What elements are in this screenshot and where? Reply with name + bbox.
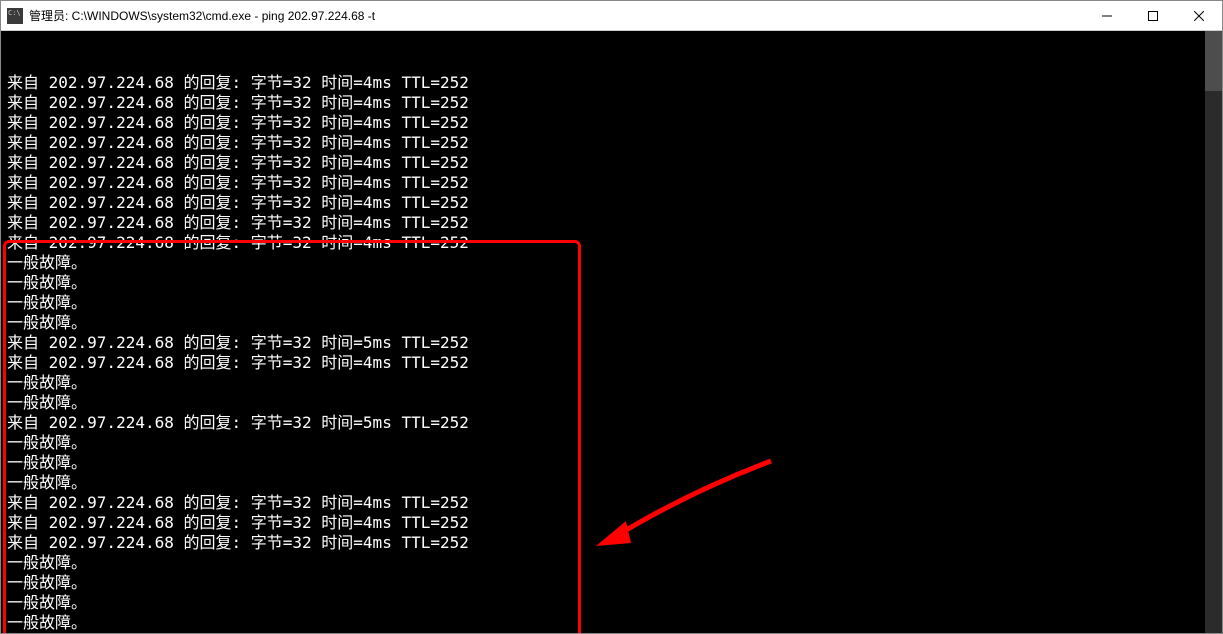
ping-reply-line: 来自 202.97.224.68 的回复: 字节=32 时间=4ms TTL=2… [7, 73, 1202, 93]
ping-reply-line: 来自 202.97.224.68 的回复: 字节=32 时间=4ms TTL=2… [7, 533, 1202, 553]
cmd-window: 管理员: C:\WINDOWS\system32\cmd.exe - ping … [0, 0, 1223, 634]
window-title: 管理员: C:\WINDOWS\system32\cmd.exe - ping … [29, 7, 1084, 24]
ping-reply-line: 来自 202.97.224.68 的回复: 字节=32 时间=4ms TTL=2… [7, 213, 1202, 233]
ping-reply-line: 来自 202.97.224.68 的回复: 字节=32 时间=4ms TTL=2… [7, 133, 1202, 153]
ping-failure-line: 一般故障。 [7, 573, 1202, 593]
ping-failure-line: 一般故障。 [7, 313, 1202, 333]
ping-reply-line: 来自 202.97.224.68 的回复: 字节=32 时间=4ms TTL=2… [7, 233, 1202, 253]
window-controls [1084, 1, 1222, 30]
terminal-output[interactable]: 来自 202.97.224.68 的回复: 字节=32 时间=4ms TTL=2… [1, 31, 1222, 633]
titlebar[interactable]: 管理员: C:\WINDOWS\system32\cmd.exe - ping … [1, 1, 1222, 31]
ping-reply-line: 来自 202.97.224.68 的回复: 字节=32 时间=5ms TTL=2… [7, 413, 1202, 433]
ping-reply-line: 来自 202.97.224.68 的回复: 字节=32 时间=4ms TTL=2… [7, 193, 1202, 213]
ping-failure-line: 一般故障。 [7, 593, 1202, 613]
scrollbar-thumb[interactable] [1205, 31, 1222, 91]
ping-reply-line: 来自 202.97.224.68 的回复: 字节=32 时间=4ms TTL=2… [7, 353, 1202, 373]
ping-reply-line: 来自 202.97.224.68 的回复: 字节=32 时间=4ms TTL=2… [7, 173, 1202, 193]
ping-failure-line: 一般故障。 [7, 273, 1202, 293]
cmd-icon [7, 8, 23, 24]
ping-failure-line: 一般故障。 [7, 553, 1202, 573]
scrollbar[interactable] [1205, 31, 1222, 633]
ping-reply-line: 来自 202.97.224.68 的回复: 字节=32 时间=4ms TTL=2… [7, 93, 1202, 113]
ping-failure-line: 一般故障。 [7, 453, 1202, 473]
ping-failure-line: 一般故障。 [7, 373, 1202, 393]
minimize-button[interactable] [1084, 1, 1130, 30]
ping-failure-line: 一般故障。 [7, 473, 1202, 493]
ping-failure-line: 一般故障。 [7, 433, 1202, 453]
ping-reply-line: 来自 202.97.224.68 的回复: 字节=32 时间=4ms TTL=2… [7, 513, 1202, 533]
close-button[interactable] [1176, 1, 1222, 30]
ping-failure-line: 一般故障。 [7, 393, 1202, 413]
ping-failure-line: 一般故障。 [7, 293, 1202, 313]
ping-reply-line: 来自 202.97.224.68 的回复: 字节=32 时间=4ms TTL=2… [7, 153, 1202, 173]
ping-failure-line: 一般故障。 [7, 253, 1202, 273]
ping-failure-line: 一般故障。 [7, 613, 1202, 633]
ping-reply-line: 来自 202.97.224.68 的回复: 字节=32 时间=5ms TTL=2… [7, 333, 1202, 353]
ping-reply-line: 来自 202.97.224.68 的回复: 字节=32 时间=4ms TTL=2… [7, 113, 1202, 133]
maximize-button[interactable] [1130, 1, 1176, 30]
ping-reply-line: 来自 202.97.224.68 的回复: 字节=32 时间=4ms TTL=2… [7, 493, 1202, 513]
